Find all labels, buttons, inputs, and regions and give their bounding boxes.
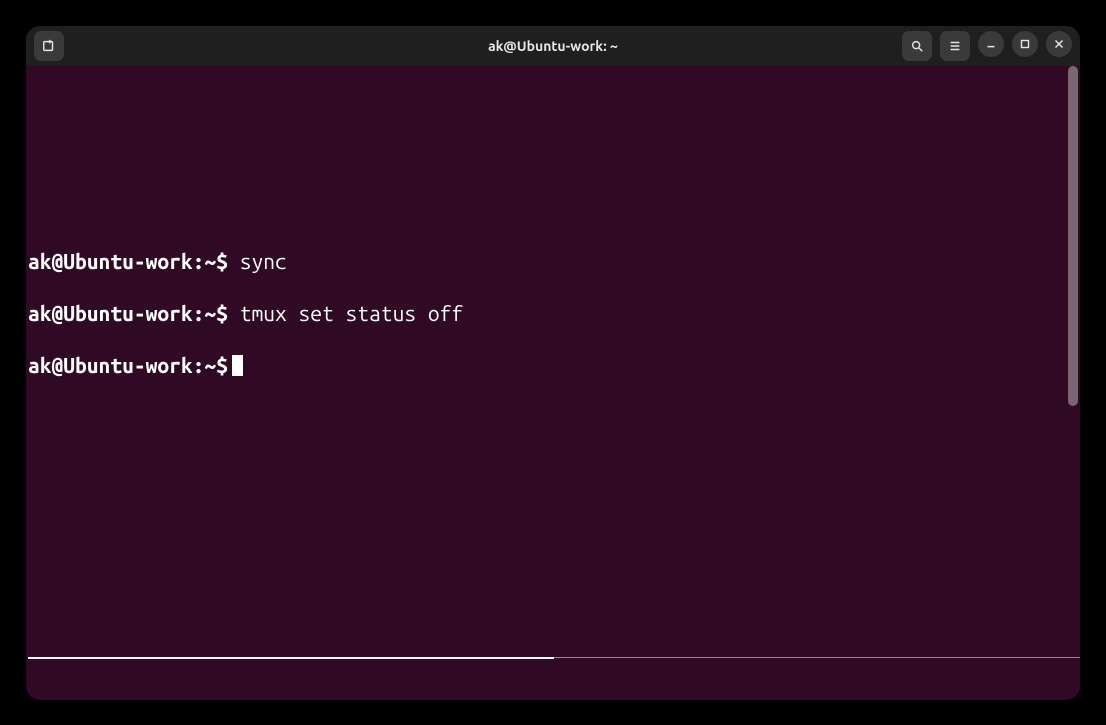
close-button[interactable] <box>1046 31 1072 57</box>
minimize-button[interactable] <box>978 31 1004 57</box>
terminal-body[interactable]: ak@Ubuntu-work:~$ sync ak@Ubuntu-work:~$… <box>26 66 1080 700</box>
maximize-button[interactable] <box>1012 31 1038 57</box>
maximize-icon <box>1018 37 1032 51</box>
cursor <box>232 355 243 376</box>
shell-line: ak@Ubuntu-work:~$ sync <box>28 248 1080 274</box>
search-button[interactable] <box>902 31 932 61</box>
minimize-icon <box>984 37 998 51</box>
search-icon <box>910 39 924 53</box>
terminal-window: ak@Ubuntu-work: ~ <box>26 26 1080 700</box>
shell-cmd: sync <box>240 249 287 273</box>
shell-prompt: ak@Ubuntu-work:~$ <box>28 249 228 273</box>
shell-prompt: ak@Ubuntu-work:~$ <box>28 353 228 377</box>
hamburger-icon <box>948 39 962 53</box>
titlebar: ak@Ubuntu-work: ~ <box>26 26 1080 66</box>
new-tab-button[interactable] <box>34 31 64 61</box>
tmux-pane-divider[interactable] <box>28 657 1080 659</box>
divider-inactive-segment <box>554 657 1080 658</box>
close-icon <box>1052 37 1066 51</box>
shell-line: ak@Ubuntu-work:~$ <box>28 352 1080 378</box>
divider-active-segment <box>28 657 554 659</box>
menu-button[interactable] <box>940 31 970 61</box>
tmux-pane-shell[interactable]: ak@Ubuntu-work:~$ sync ak@Ubuntu-work:~$… <box>28 222 1080 553</box>
shell-prompt: ak@Ubuntu-work:~$ <box>28 301 228 325</box>
shell-line: ak@Ubuntu-work:~$ tmux set status off <box>28 300 1080 326</box>
new-tab-icon <box>42 39 56 53</box>
shell-cmd: tmux set status off <box>240 301 463 325</box>
